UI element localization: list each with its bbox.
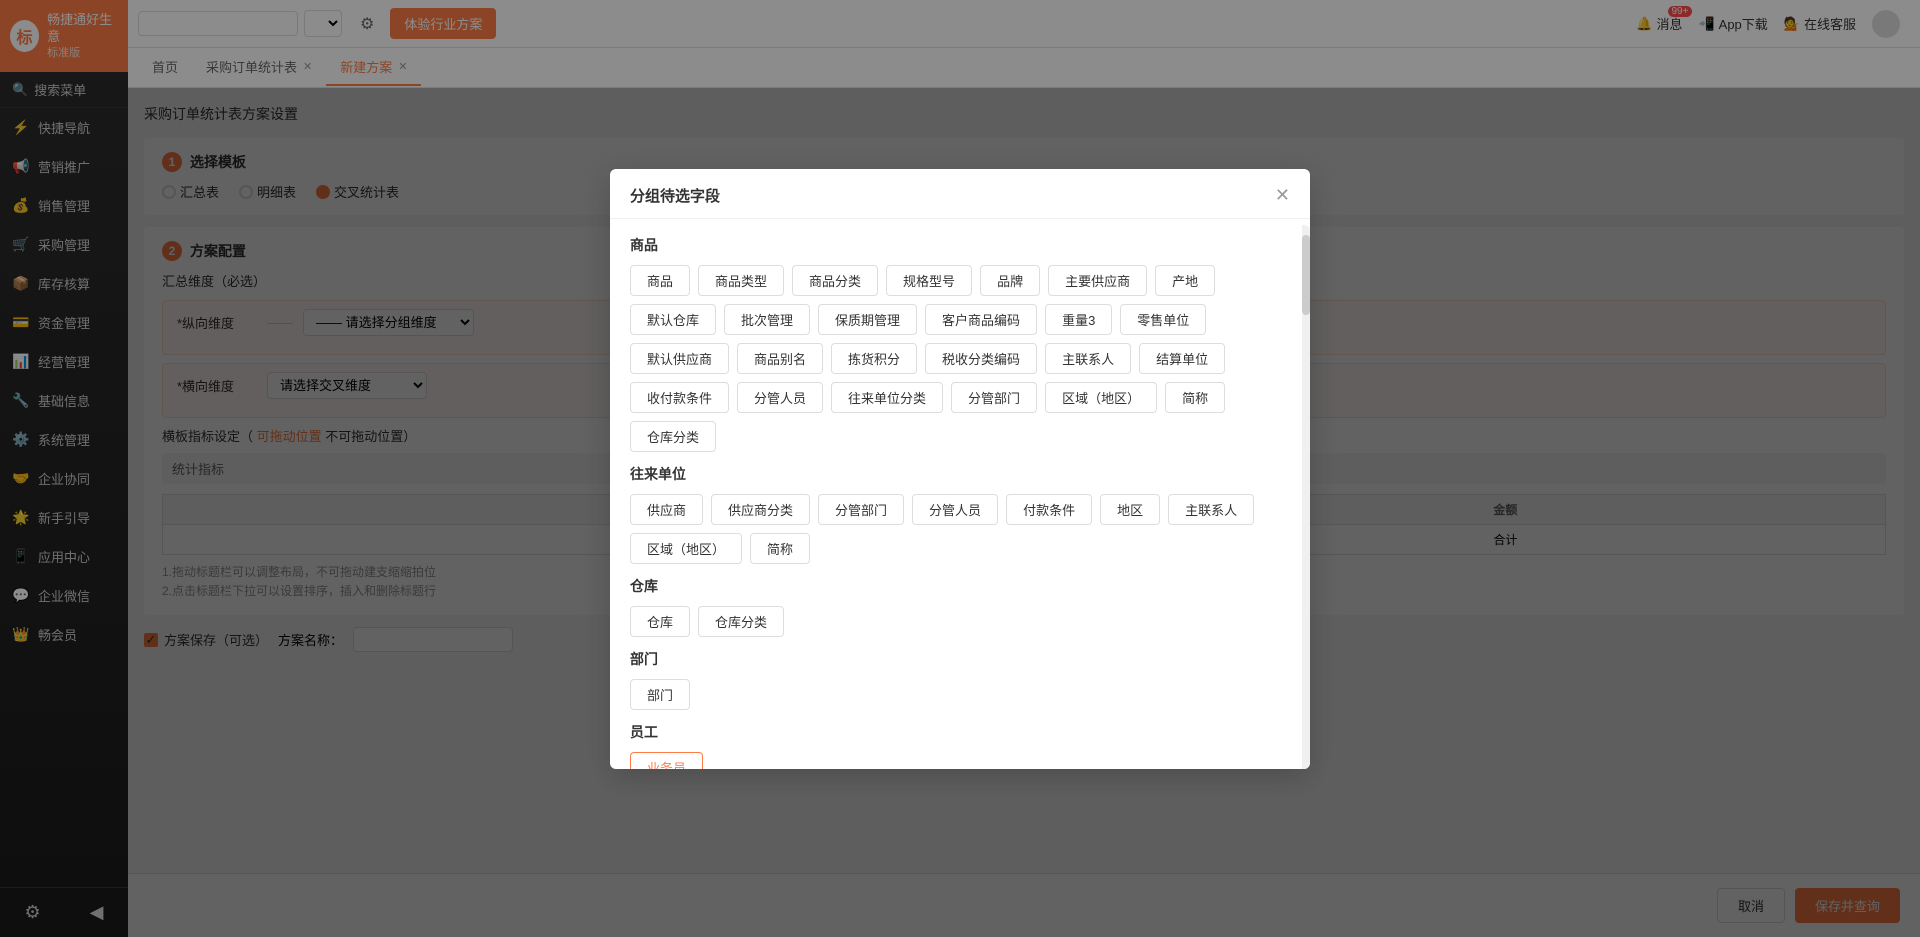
field-tag-supplier-cat[interactable]: 供应商分类 — [711, 494, 810, 525]
modal-section-title-dept: 部门 — [630, 649, 1290, 669]
field-tag-tax-code[interactable]: 税收分类编码 — [925, 343, 1037, 374]
field-tag-dept-goods[interactable]: 分管部门 — [951, 382, 1037, 413]
field-tag-goods-alias[interactable]: 商品别名 — [737, 343, 823, 374]
field-tag-goods-category[interactable]: 商品分类 — [792, 265, 878, 296]
field-tag-contact-partner[interactable]: 主联系人 — [1168, 494, 1254, 525]
field-tag-area-partner[interactable]: 区域（地区） — [630, 533, 742, 564]
field-tag-default-supplier[interactable]: 默认供应商 — [630, 343, 729, 374]
field-tag-main-supplier[interactable]: 主要供应商 — [1048, 265, 1147, 296]
field-tag-short-name-goods[interactable]: 简称 — [1165, 382, 1225, 413]
field-grid-partner: 供应商供应商分类分管部门分管人员付款条件地区主联系人区域（地区） 简称 — [630, 494, 1290, 564]
modal-close-btn[interactable]: ✕ — [1275, 185, 1290, 206]
field-tag-warehouse-cat-goods[interactable]: 仓库分类 — [630, 421, 716, 452]
modal-section-title-employee: 员工 — [630, 722, 1290, 742]
modal: 分组待选字段 ✕ 商品商品商品类型商品分类规格型号品牌主要供应商产地默认仓库批次… — [610, 169, 1310, 769]
field-tag-manager-partner[interactable]: 分管人员 — [912, 494, 998, 525]
field-tag-salesman[interactable]: 业务员 — [630, 752, 703, 769]
modal-body: 商品商品商品类型商品分类规格型号品牌主要供应商产地默认仓库批次管理保质期管理客户… — [610, 219, 1310, 769]
modal-overlay: 分组待选字段 ✕ 商品商品商品类型商品分类规格型号品牌主要供应商产地默认仓库批次… — [0, 0, 1920, 937]
field-tag-goods-type[interactable]: 商品类型 — [698, 265, 784, 296]
modal-header: 分组待选字段 ✕ — [610, 169, 1310, 219]
field-grid-dept: 部门 — [630, 679, 1290, 710]
field-tag-retail-unit[interactable]: 零售单位 — [1120, 304, 1206, 335]
field-tag-spec-type[interactable]: 规格型号 — [886, 265, 972, 296]
modal-section-title-partner: 往来单位 — [630, 464, 1290, 484]
field-tag-goods[interactable]: 商品 — [630, 265, 690, 296]
field-tag-dept[interactable]: 部门 — [630, 679, 690, 710]
field-tag-main-contact[interactable]: 主联系人 — [1045, 343, 1131, 374]
field-tag-source-unit-cat[interactable]: 往来单位分类 — [831, 382, 943, 413]
field-tag-weight3[interactable]: 重量3 — [1045, 304, 1112, 335]
field-tag-short-partner[interactable]: 简称 — [750, 533, 810, 564]
field-tag-default-warehouse[interactable]: 默认仓库 — [630, 304, 716, 335]
modal-section-title-warehouse: 仓库 — [630, 576, 1290, 596]
field-tag-supplier[interactable]: 供应商 — [630, 494, 703, 525]
field-tag-payment-cond[interactable]: 付款条件 — [1006, 494, 1092, 525]
field-tag-payment-terms[interactable]: 收付款条件 — [630, 382, 729, 413]
field-tag-brand[interactable]: 品牌 — [980, 265, 1040, 296]
field-grid-goods: 商品商品类型商品分类规格型号品牌主要供应商产地默认仓库批次管理保质期管理客户商品… — [630, 265, 1290, 452]
modal-title: 分组待选字段 — [630, 185, 720, 206]
field-grid-warehouse: 仓库仓库分类 — [630, 606, 1290, 637]
field-tag-batch[interactable]: 批次管理 — [724, 304, 810, 335]
field-tag-settlement-unit[interactable]: 结算单位 — [1139, 343, 1225, 374]
modal-scrollbar-thumb — [1302, 235, 1310, 315]
field-tag-region-partner[interactable]: 地区 — [1100, 494, 1160, 525]
field-tag-customer-code[interactable]: 客户商品编码 — [925, 304, 1037, 335]
field-tag-warehouse[interactable]: 仓库 — [630, 606, 690, 637]
field-tag-expiry[interactable]: 保质期管理 — [818, 304, 917, 335]
field-tag-origin[interactable]: 产地 — [1155, 265, 1215, 296]
field-tag-dept-partner[interactable]: 分管部门 — [818, 494, 904, 525]
field-tag-region-goods[interactable]: 区域（地区） — [1045, 382, 1157, 413]
field-grid-employee: 业务员 — [630, 752, 1290, 769]
field-tag-warehouse-cat[interactable]: 仓库分类 — [698, 606, 784, 637]
field-tag-picking-score[interactable]: 拣货积分 — [831, 343, 917, 374]
modal-scrollbar[interactable] — [1302, 225, 1310, 769]
modal-section-title-goods: 商品 — [630, 235, 1290, 255]
field-tag-manager[interactable]: 分管人员 — [737, 382, 823, 413]
